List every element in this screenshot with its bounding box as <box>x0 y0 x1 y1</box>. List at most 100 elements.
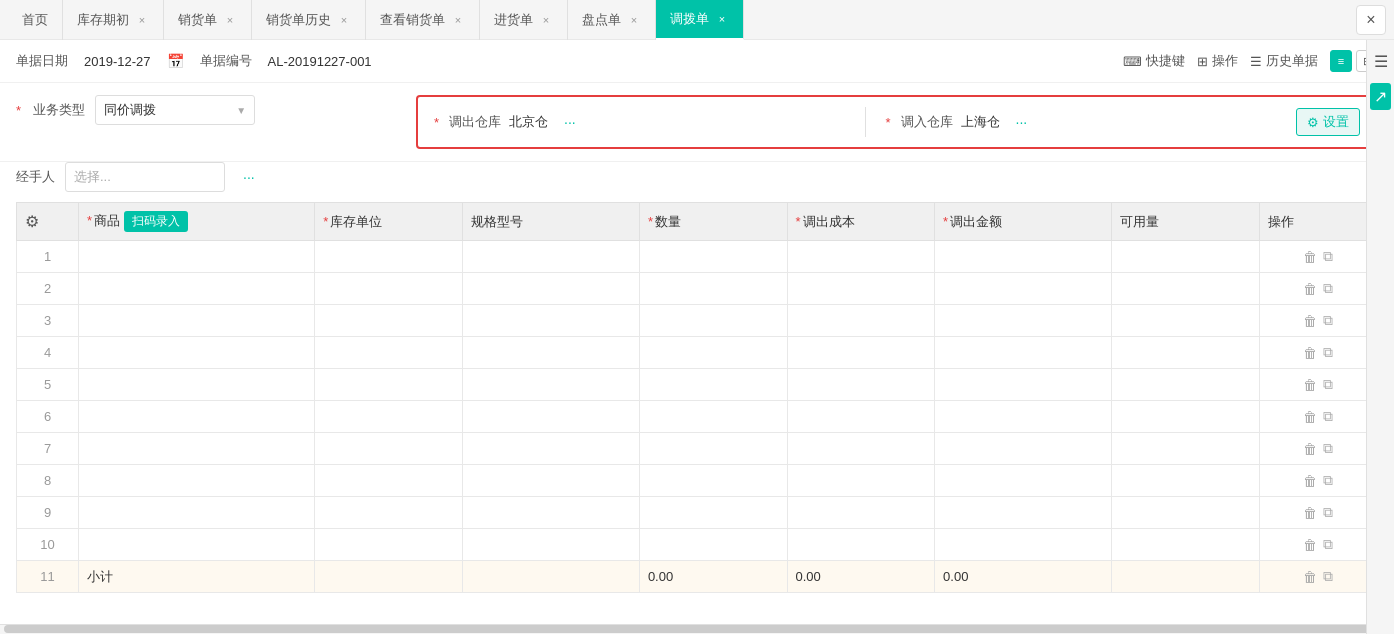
row-cost[interactable] <box>787 401 935 433</box>
row-amount[interactable] <box>935 433 1112 465</box>
row-product[interactable] <box>78 305 314 337</box>
delete-row-button[interactable]: 🗑 <box>1303 473 1317 489</box>
tab-stock-init-close[interactable]: × <box>135 13 149 27</box>
row-cost[interactable] <box>787 305 935 337</box>
row-avail[interactable] <box>1112 497 1260 529</box>
row-qty[interactable] <box>639 497 787 529</box>
row-qty[interactable] <box>639 401 787 433</box>
delete-row-button[interactable]: 🗑 <box>1303 441 1317 457</box>
copy-row-button[interactable]: ⧉ <box>1323 472 1333 489</box>
row-qty[interactable] <box>639 241 787 273</box>
row-cost[interactable] <box>787 337 935 369</box>
row-qty[interactable] <box>639 337 787 369</box>
row-unit[interactable] <box>315 337 463 369</box>
tab-purchase-close[interactable]: × <box>539 13 553 27</box>
row-product[interactable] <box>78 241 314 273</box>
tab-transfer[interactable]: 调拨单 × <box>656 0 744 40</box>
row-amount[interactable] <box>935 465 1112 497</box>
row-product[interactable] <box>78 465 314 497</box>
delete-row-button[interactable]: 🗑 <box>1303 569 1317 585</box>
tab-home[interactable]: 首页 <box>8 0 63 40</box>
tab-inventory-close[interactable]: × <box>627 13 641 27</box>
business-type-select[interactable]: 同价调拨 ▼ <box>95 95 255 125</box>
row-qty[interactable] <box>639 273 787 305</box>
row-amount[interactable] <box>935 529 1112 561</box>
row-spec[interactable] <box>462 465 639 497</box>
row-unit[interactable] <box>315 465 463 497</box>
delete-row-button[interactable]: 🗑 <box>1303 249 1317 265</box>
row-spec[interactable] <box>462 401 639 433</box>
settings-button[interactable]: ⚙ 设置 <box>1296 108 1360 136</box>
row-unit[interactable] <box>315 369 463 401</box>
row-product[interactable] <box>78 497 314 529</box>
tab-view-sales[interactable]: 查看销货单 × <box>366 0 480 40</box>
horizontal-scrollbar[interactable] <box>0 624 1394 634</box>
tab-inventory[interactable]: 盘点单 × <box>568 0 656 40</box>
tab-sales-order[interactable]: 销货单 × <box>164 0 252 40</box>
copy-row-button[interactable]: ⧉ <box>1323 504 1333 521</box>
row-amount[interactable] <box>935 401 1112 433</box>
row-qty[interactable]: 0.00 <box>639 561 787 593</box>
handler-more-button[interactable]: ··· <box>243 169 255 185</box>
row-amount[interactable] <box>935 305 1112 337</box>
row-avail[interactable] <box>1112 465 1260 497</box>
shortcut-button[interactable]: ⌨ 快捷键 <box>1123 52 1185 70</box>
row-cost[interactable] <box>787 497 935 529</box>
row-cost[interactable] <box>787 529 935 561</box>
copy-row-button[interactable]: ⧉ <box>1323 344 1333 361</box>
scroll-thumb[interactable] <box>4 625 1390 633</box>
row-amount[interactable] <box>935 497 1112 529</box>
row-avail[interactable] <box>1112 561 1260 593</box>
row-cost[interactable] <box>787 465 935 497</box>
row-unit[interactable] <box>315 561 463 593</box>
row-avail[interactable] <box>1112 305 1260 337</box>
operation-button[interactable]: ⊞ 操作 <box>1197 52 1238 70</box>
row-cost[interactable] <box>787 273 935 305</box>
row-avail[interactable] <box>1112 369 1260 401</box>
row-product[interactable] <box>78 433 314 465</box>
tab-stock-init[interactable]: 库存期初 × <box>63 0 164 40</box>
tab-sales-history-close[interactable]: × <box>337 13 351 27</box>
row-amount[interactable] <box>935 337 1112 369</box>
row-avail[interactable] <box>1112 433 1260 465</box>
row-product[interactable] <box>78 337 314 369</box>
row-amount[interactable] <box>935 241 1112 273</box>
handler-select[interactable]: 选择... <box>65 162 225 192</box>
row-qty[interactable] <box>639 433 787 465</box>
delete-row-button[interactable]: 🗑 <box>1303 409 1317 425</box>
row-spec[interactable] <box>462 529 639 561</box>
row-spec[interactable] <box>462 561 639 593</box>
tab-transfer-close[interactable]: × <box>715 12 729 26</box>
tab-view-sales-close[interactable]: × <box>451 13 465 27</box>
row-spec[interactable] <box>462 273 639 305</box>
tab-sales-history[interactable]: 销货单历史 × <box>252 0 366 40</box>
row-avail[interactable] <box>1112 273 1260 305</box>
row-spec[interactable] <box>462 337 639 369</box>
delete-row-button[interactable]: 🗑 <box>1303 377 1317 393</box>
row-product[interactable] <box>78 369 314 401</box>
delete-row-button[interactable]: 🗑 <box>1303 537 1317 553</box>
tab-sales-order-close[interactable]: × <box>223 13 237 27</box>
row-cost[interactable]: 0.00 <box>787 561 935 593</box>
copy-row-button[interactable]: ⧉ <box>1323 280 1333 297</box>
copy-row-button[interactable]: ⧉ <box>1323 536 1333 553</box>
row-avail[interactable] <box>1112 337 1260 369</box>
row-product[interactable] <box>78 401 314 433</box>
row-unit[interactable] <box>315 305 463 337</box>
row-unit[interactable] <box>315 529 463 561</box>
row-qty[interactable] <box>639 465 787 497</box>
row-unit[interactable] <box>315 273 463 305</box>
list-view-button[interactable]: ≡ <box>1330 50 1352 72</box>
row-product[interactable] <box>78 529 314 561</box>
row-amount[interactable]: 0.00 <box>935 561 1112 593</box>
row-avail[interactable] <box>1112 401 1260 433</box>
copy-row-button[interactable]: ⧉ <box>1323 408 1333 425</box>
row-spec[interactable] <box>462 433 639 465</box>
history-button[interactable]: ☰ 历史单据 <box>1250 52 1318 70</box>
row-avail[interactable] <box>1112 241 1260 273</box>
row-amount[interactable] <box>935 369 1112 401</box>
delete-row-button[interactable]: 🗑 <box>1303 313 1317 329</box>
copy-row-button[interactable]: ⧉ <box>1323 568 1333 585</box>
delete-row-button[interactable]: 🗑 <box>1303 505 1317 521</box>
row-qty[interactable] <box>639 305 787 337</box>
